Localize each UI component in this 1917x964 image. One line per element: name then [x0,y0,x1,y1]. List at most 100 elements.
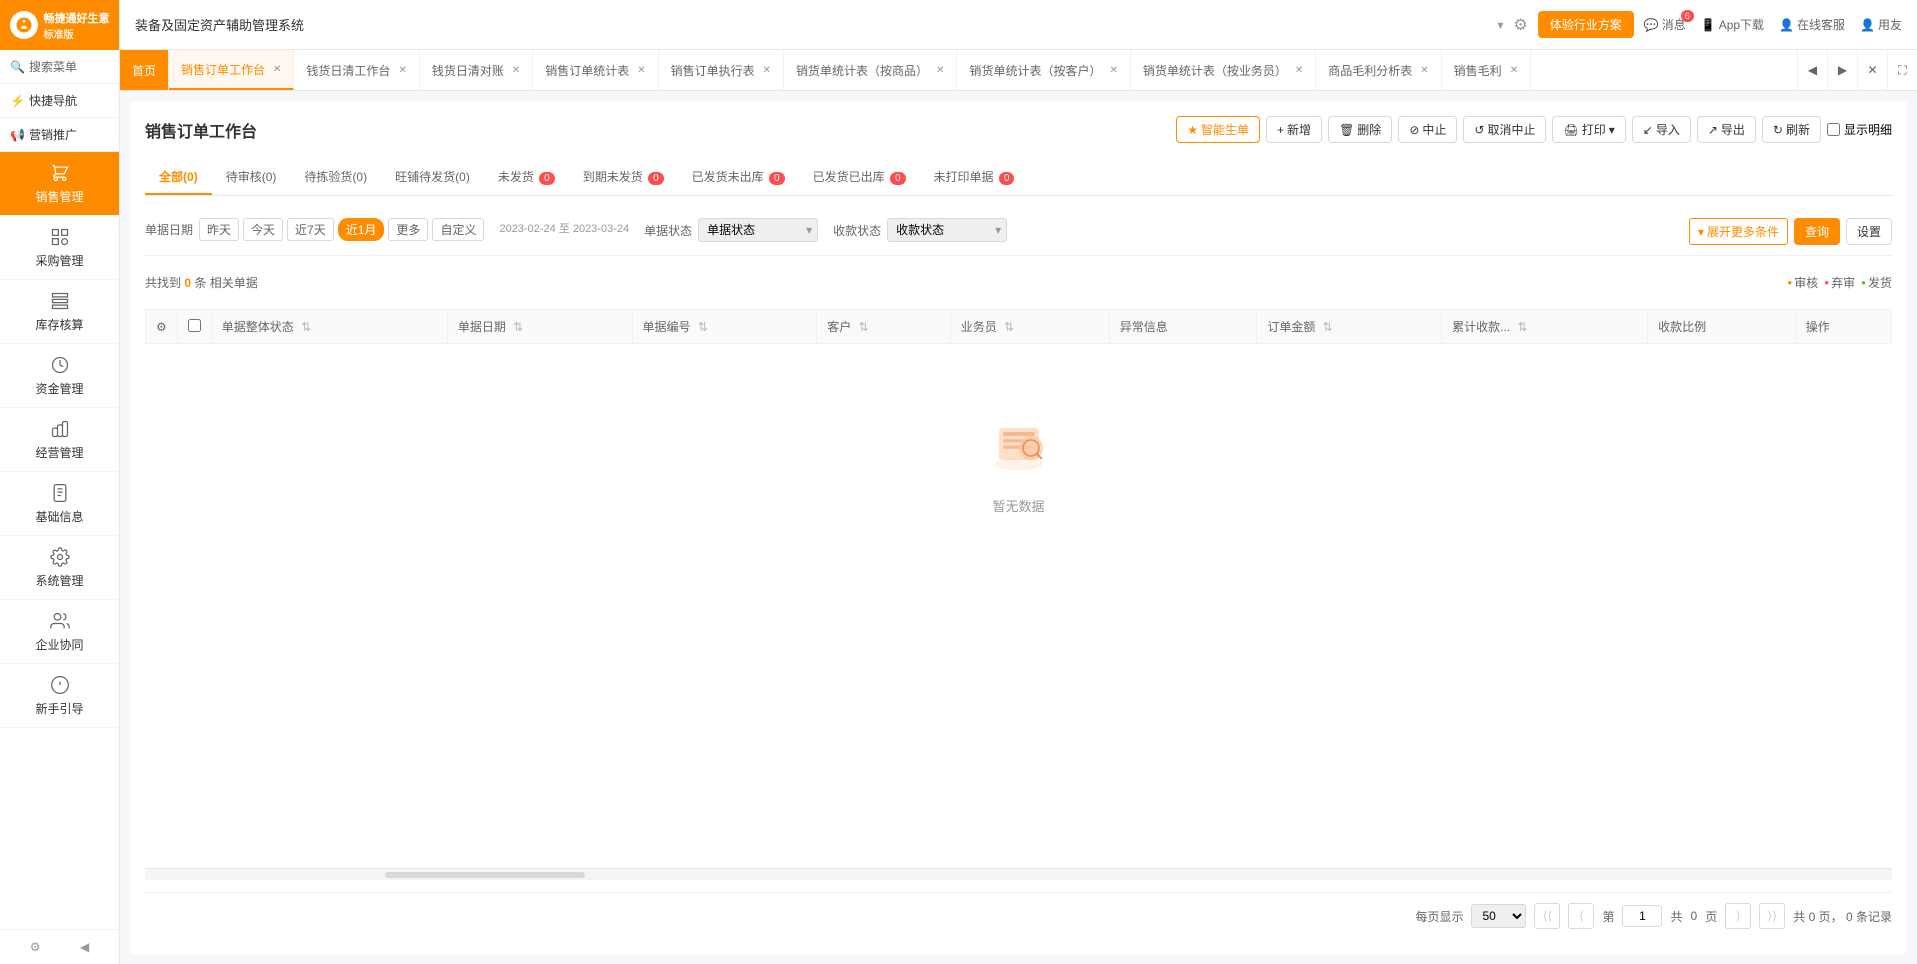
sidebar-search[interactable]: 🔍 搜索菜单 [0,50,119,84]
tab-sales-stats[interactable]: 销售订单统计表 ✕ [533,50,658,90]
page-first-btn[interactable]: ⟨⟨ [1534,903,1560,929]
sidebar-item-newbie[interactable]: 新手引导 [0,664,119,728]
page-input[interactable] [1622,905,1662,927]
tab-customer-stats[interactable]: 销货单统计表（按客户） ✕ [957,50,1130,90]
sort-payment-icon[interactable]: ⇅ [1517,320,1527,334]
sort-number-icon[interactable]: ⇅ [698,320,708,334]
show-detail-checkbox[interactable]: 显示明细 [1827,121,1892,138]
tab-close-order-exec[interactable]: ✕ [763,65,771,76]
settings-btn[interactable]: ⚙ [1513,15,1527,35]
tab-close-sales-margin[interactable]: ✕ [1510,65,1518,76]
experience-btn[interactable]: 体验行业方案 [1538,11,1634,38]
collapse-icon[interactable]: ◀ [80,940,89,954]
tab-close-all-btn[interactable]: ✕ [1857,50,1887,90]
sub-tab-wangpu[interactable]: 旺铺待发货(0) [381,160,484,195]
sidebar-item-purchase[interactable]: 采购管理 [0,216,119,280]
sidebar-item-basic-info[interactable]: 基础信息 [0,472,119,536]
sub-tab-unshipped[interactable]: 未发货 0 [484,160,569,195]
sub-tab-all-label: 全部 [159,170,183,184]
filter-setting-btn[interactable]: 设置 [1846,218,1892,245]
date-7days-btn[interactable]: 近7天 [287,218,334,241]
date-today-btn[interactable]: 今天 [243,218,283,241]
expand-icon[interactable]: ▾ [1497,18,1503,32]
sidebar-item-inventory[interactable]: 库存核算 [0,280,119,344]
cancel-stop-btn[interactable]: ↺ 取消中止 [1463,116,1546,143]
sidebar-quicknav[interactable]: ⚡ 快捷导航 [0,84,119,118]
date-1month-btn[interactable]: 近1月 [338,218,385,241]
date-more-btn[interactable]: 更多 [388,218,428,241]
smart-gen-btn[interactable]: ★ 智能生单 [1176,116,1260,143]
tab-fullscreen-btn[interactable]: ⛶ [1887,50,1917,90]
payment-select[interactable]: 收款状态 [887,218,1007,242]
sub-tab-shipped-out[interactable]: 已发货已出库 0 [799,160,920,195]
sidebar-item-sales[interactable]: 销售管理 [0,152,119,216]
expand-conditions-btn[interactable]: ▾ 展开更多条件 [1689,218,1788,245]
tab-home[interactable]: 首页 [120,50,169,90]
tab-close-margin-analysis[interactable]: ✕ [1420,65,1428,76]
page-last-btn[interactable]: ⟩⟩ [1759,903,1785,929]
scrollbar-thumb[interactable] [385,872,585,878]
sort-amount-icon[interactable]: ⇅ [1323,320,1333,334]
date-custom-btn[interactable]: 自定义 [432,218,484,241]
ship-action-btn[interactable]: 发货 [1861,274,1892,291]
online-service-btn[interactable]: 👤 在线客服 [1779,16,1845,33]
th-settings[interactable]: ⚙ [146,310,178,344]
page-next-btn[interactable]: ⟩ [1725,903,1751,929]
tab-daily-finance[interactable]: 钱货日清工作台 ✕ [294,50,419,90]
select-all-checkbox[interactable] [188,319,201,332]
sub-tab-unprinted[interactable]: 未打印单据 0 [920,160,1029,195]
sidebar-item-finance[interactable]: 资金管理 [0,344,119,408]
tab-order-exec[interactable]: 销售订单执行表 ✕ [659,50,784,90]
th-date: 单据日期 ⇅ [447,310,632,344]
cancel-action-btn[interactable]: 弃审 [1824,274,1855,291]
sidebar-item-enterprise[interactable]: 企业协同 [0,600,119,664]
tab-margin-analysis[interactable]: 商品毛利分析表 ✕ [1316,50,1441,90]
tab-close-sales-stats[interactable]: ✕ [637,65,645,76]
tab-close-reconciliation[interactable]: ✕ [512,65,520,76]
show-detail-input[interactable] [1827,123,1840,136]
table-container: ⚙ 单据整体状态 ⇅ 单据日期 ⇅ 单据编号 ⇅ 客户 ⇅ 业务员 ⇅ 异常信息… [145,309,1892,856]
sub-tab-shipped-no-out[interactable]: 已发货未出库 0 [678,160,799,195]
new-btn[interactable]: + 新增 [1266,116,1322,143]
date-yesterday-btn[interactable]: 昨天 [199,218,239,241]
print-btn[interactable]: 🖨 打印 ▾ [1552,116,1625,143]
import-btn[interactable]: ↙ 导入 [1632,116,1691,143]
export-btn[interactable]: ↗ 导出 [1697,116,1756,143]
page-prev-btn[interactable]: ⟨ [1568,903,1594,929]
th-checkbox[interactable] [177,310,211,344]
user-btn[interactable]: 👤 用友 [1860,16,1902,33]
tab-next-btn[interactable]: ▶ [1827,50,1857,90]
audit-action-btn[interactable]: 审核 [1787,274,1818,291]
tab-close-customer-stats[interactable]: ✕ [1109,65,1117,76]
tab-sales-workbench[interactable]: 销售订单工作台 ✕ [169,50,294,90]
sidebar-item-system[interactable]: 系统管理 [0,536,119,600]
app-download-btn[interactable]: 📱 App下载 [1701,16,1764,33]
query-btn[interactable]: 查询 [1794,218,1840,245]
tab-close-staff-stats[interactable]: ✕ [1295,65,1303,76]
tab-sales-margin[interactable]: 销售毛利 ✕ [1442,50,1531,90]
tab-staff-stats[interactable]: 销货单统计表（按业务员） ✕ [1131,50,1316,90]
tab-goods-stats[interactable]: 销货单统计表（按商品） ✕ [784,50,957,90]
tab-close-sales-workbench[interactable]: ✕ [273,64,281,75]
page-size-select[interactable]: 50 10 20 100 [1471,904,1526,928]
stop-btn[interactable]: ⊘ 中止 [1398,116,1457,143]
delete-btn[interactable]: 🗑 删除 [1328,116,1392,143]
sub-tab-overdue[interactable]: 到期未发货 0 [569,160,678,195]
sub-tab-all[interactable]: 全部(0) [145,160,212,195]
tab-prev-btn[interactable]: ◀ [1797,50,1827,90]
tab-close-goods-stats[interactable]: ✕ [936,65,944,76]
tab-close-daily-finance[interactable]: ✕ [398,65,406,76]
sub-tab-pending-inspect[interactable]: 待拣验货(0) [290,160,381,195]
sidebar-marketing[interactable]: 📢 营销推广 [0,118,119,152]
sort-customer-icon[interactable]: ⇅ [859,320,869,334]
message-btn[interactable]: 💬 消息 6 [1644,16,1686,33]
refresh-btn[interactable]: ↻ 刷新 [1762,116,1821,143]
sort-date-icon[interactable]: ⇅ [513,320,523,334]
tab-reconciliation[interactable]: 钱货日清对账 ✕ [420,50,533,90]
sort-status-icon[interactable]: ⇅ [301,320,311,334]
status-select[interactable]: 单据状态 [698,218,818,242]
sort-staff-icon[interactable]: ⇅ [1004,320,1014,334]
sub-tab-pending-audit[interactable]: 待审核(0) [212,160,291,195]
settings-icon[interactable]: ⚙ [30,940,41,954]
sidebar-item-operations[interactable]: 经营管理 [0,408,119,472]
